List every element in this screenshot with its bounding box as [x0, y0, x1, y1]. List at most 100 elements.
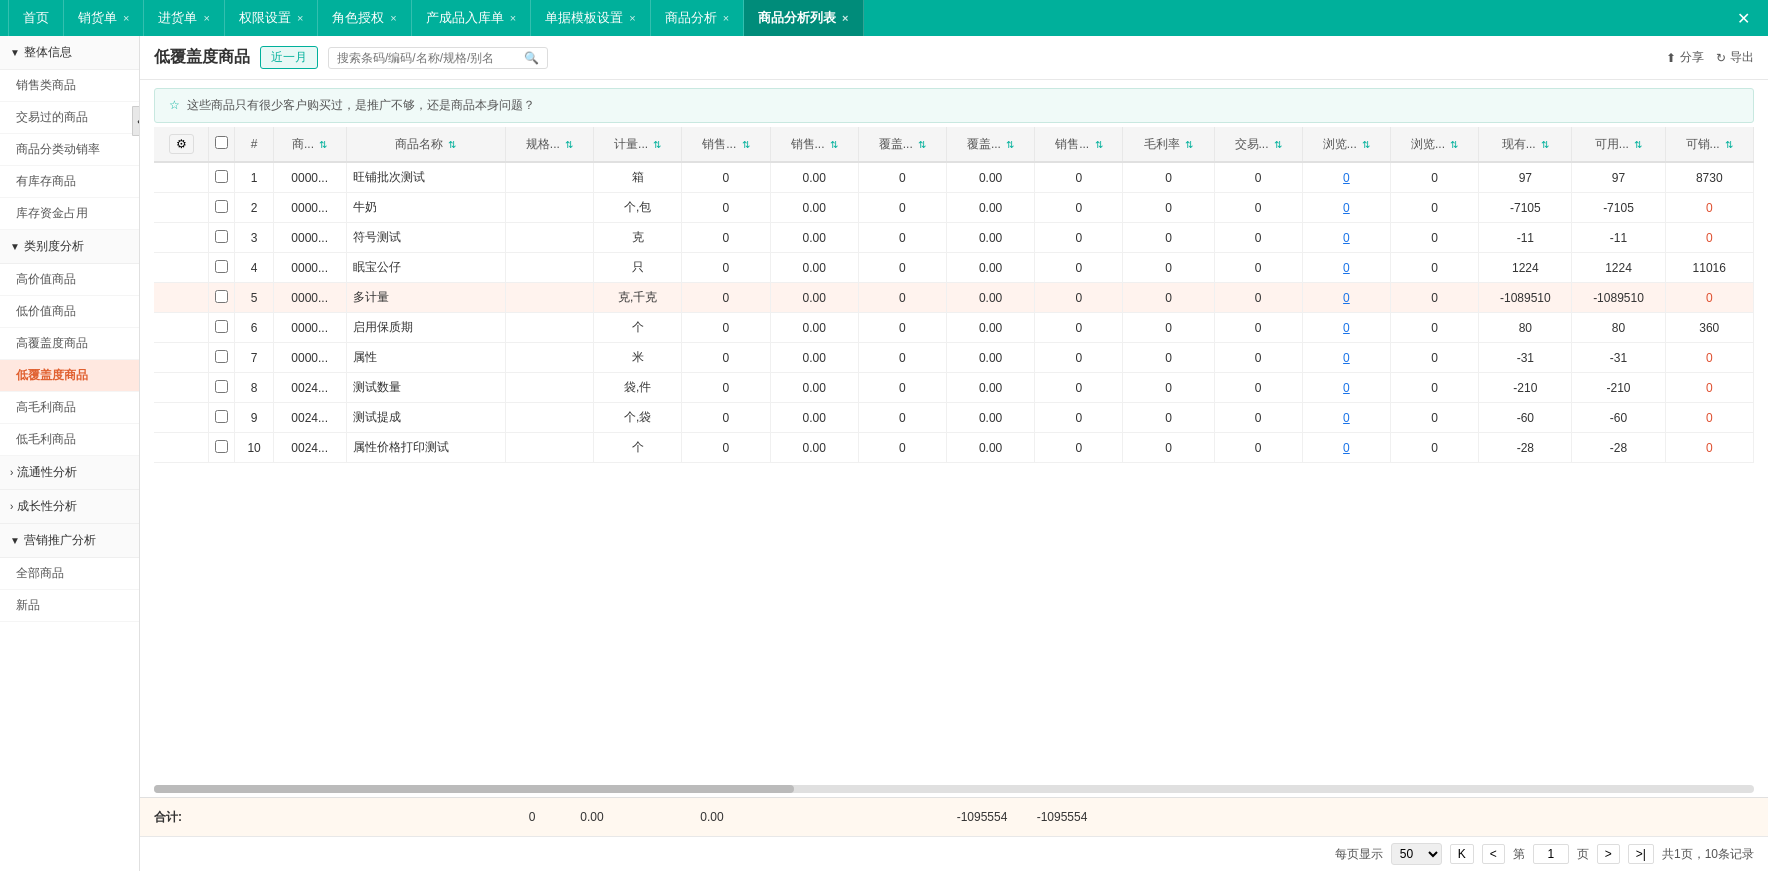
col-sales-amt[interactable]: 销售... ⇅ [770, 127, 858, 162]
col-name[interactable]: 商品名称 ⇅ [346, 127, 505, 162]
window-close-button[interactable]: ✕ [1727, 9, 1760, 28]
sidebar-item-traded-goods[interactable]: 交易过的商品 [0, 102, 139, 134]
row-checkbox[interactable] [215, 350, 228, 363]
horizontal-scrollbar[interactable] [154, 785, 1754, 793]
col-code[interactable]: 商... ⇅ [273, 127, 346, 162]
nav-tab-template[interactable]: 单据模板设置 × [531, 0, 650, 36]
nav-tab-role[interactable]: 角色授权 × [318, 0, 411, 36]
sidebar-item-high-gross[interactable]: 高毛利商品 [0, 392, 139, 424]
cell-checkbox[interactable] [209, 433, 235, 463]
cell-checkbox[interactable] [209, 343, 235, 373]
cell-checkbox[interactable] [209, 403, 235, 433]
close-icon[interactable]: × [390, 12, 396, 24]
col-checkbox-all[interactable] [209, 127, 235, 162]
cell-browse1[interactable]: 0 [1302, 193, 1390, 223]
nav-tab-analysis[interactable]: 商品分析 × [651, 0, 744, 36]
cell-browse1[interactable]: 0 [1302, 223, 1390, 253]
sidebar-item-stock-capital[interactable]: 库存资金占用 [0, 198, 139, 230]
sidebar-section-marketing[interactable]: ▼ 营销推广分析 [0, 524, 139, 558]
nav-tab-analysis-list[interactable]: 商品分析列表 × [744, 0, 863, 36]
sidebar-section-growth[interactable]: › 成长性分析 [0, 490, 139, 524]
col-available[interactable]: 可用... ⇅ [1572, 127, 1665, 162]
row-checkbox[interactable] [215, 230, 228, 243]
column-settings-button[interactable]: ⚙ [169, 134, 194, 154]
cell-checkbox[interactable] [209, 253, 235, 283]
row-checkbox[interactable] [215, 380, 228, 393]
cell-browse1[interactable]: 0 [1302, 283, 1390, 313]
nav-tab-home[interactable]: 首页 [8, 0, 64, 36]
col-current[interactable]: 现有... ⇅ [1479, 127, 1572, 162]
col-gross-rate[interactable]: 毛利率 ⇅ [1123, 127, 1214, 162]
cell-browse1[interactable]: 0 [1302, 162, 1390, 193]
sidebar-item-high-value[interactable]: 高价值商品 [0, 264, 139, 296]
select-all-checkbox[interactable] [215, 136, 228, 149]
next-page-button[interactable]: > [1597, 844, 1620, 864]
row-checkbox[interactable] [215, 440, 228, 453]
sidebar-item-category-rate[interactable]: 商品分类动销率 [0, 134, 139, 166]
row-checkbox[interactable] [215, 320, 228, 333]
cell-checkbox[interactable] [209, 162, 235, 193]
last-page-button[interactable]: >| [1628, 844, 1654, 864]
scrollbar-thumb[interactable] [154, 785, 794, 793]
cell-browse1[interactable]: 0 [1302, 373, 1390, 403]
cell-browse1[interactable]: 0 [1302, 313, 1390, 343]
close-icon[interactable]: × [629, 12, 635, 24]
current-page-input[interactable] [1533, 844, 1569, 864]
sidebar-item-low-coverage[interactable]: 低覆盖度商品 [0, 360, 139, 392]
col-trade[interactable]: 交易... ⇅ [1214, 127, 1302, 162]
col-sales-qty[interactable]: 销售... ⇅ [682, 127, 770, 162]
col-saleable[interactable]: 可销... ⇅ [1665, 127, 1753, 162]
cell-checkbox[interactable] [209, 313, 235, 343]
share-button[interactable]: ⬆ 分享 [1666, 49, 1704, 66]
row-checkbox[interactable] [215, 200, 228, 213]
nav-tab-purchase[interactable]: 进货单 × [144, 0, 224, 36]
prev-page-button[interactable]: < [1482, 844, 1505, 864]
close-icon[interactable]: × [842, 12, 848, 24]
cell-browse1[interactable]: 0 [1302, 253, 1390, 283]
col-browse2[interactable]: 浏览... ⇅ [1391, 127, 1479, 162]
sidebar-item-low-value[interactable]: 低价值商品 [0, 296, 139, 328]
page-size-select[interactable]: 50 100 200 [1391, 843, 1442, 865]
cell-browse1[interactable]: 0 [1302, 433, 1390, 463]
col-sales2[interactable]: 销售... ⇅ [1035, 127, 1123, 162]
sidebar-item-sales-goods[interactable]: 销售类商品 [0, 70, 139, 102]
col-spec[interactable]: 规格... ⇅ [505, 127, 593, 162]
col-browse1[interactable]: 浏览... ⇅ [1302, 127, 1390, 162]
sidebar-item-high-coverage[interactable]: 高覆盖度商品 [0, 328, 139, 360]
col-cover2[interactable]: 覆盖... ⇅ [947, 127, 1035, 162]
row-checkbox[interactable] [215, 410, 228, 423]
row-checkbox[interactable] [215, 290, 228, 303]
date-filter-button[interactable]: 近一月 [260, 46, 318, 69]
search-icon[interactable]: 🔍 [524, 51, 539, 65]
nav-tab-permission[interactable]: 权限设置 × [225, 0, 318, 36]
sidebar-item-all-goods[interactable]: 全部商品 [0, 558, 139, 590]
sidebar-section-overview[interactable]: ▼ 整体信息 [0, 36, 139, 70]
cell-checkbox[interactable] [209, 223, 235, 253]
row-checkbox[interactable] [215, 170, 228, 183]
col-gear[interactable]: ⚙ [154, 127, 209, 162]
nav-tab-sales[interactable]: 销货单 × [64, 0, 144, 36]
cell-checkbox[interactable] [209, 373, 235, 403]
sidebar-item-stock-goods[interactable]: 有库存商品 [0, 166, 139, 198]
sidebar-collapse-button[interactable]: « [132, 106, 140, 136]
cell-browse1[interactable]: 0 [1302, 403, 1390, 433]
close-icon[interactable]: × [123, 12, 129, 24]
cell-checkbox[interactable] [209, 193, 235, 223]
sidebar-section-circulation[interactable]: › 流通性分析 [0, 456, 139, 490]
cell-checkbox[interactable] [209, 283, 235, 313]
search-input[interactable] [337, 51, 524, 65]
nav-tab-product-warehouse[interactable]: 产成品入库单 × [412, 0, 531, 36]
col-cover1[interactable]: 覆盖... ⇅ [858, 127, 946, 162]
close-icon[interactable]: × [297, 12, 303, 24]
close-icon[interactable]: × [203, 12, 209, 24]
cell-browse1[interactable]: 0 [1302, 343, 1390, 373]
close-icon[interactable]: × [723, 12, 729, 24]
row-checkbox[interactable] [215, 260, 228, 273]
export-button[interactable]: ↻ 导出 [1716, 49, 1754, 66]
sidebar-item-new-goods[interactable]: 新品 [0, 590, 139, 622]
first-page-button[interactable]: K [1450, 844, 1474, 864]
col-unit[interactable]: 计量... ⇅ [594, 127, 682, 162]
sidebar-item-low-gross[interactable]: 低毛利商品 [0, 424, 139, 456]
sidebar-section-category[interactable]: ▼ 类别度分析 [0, 230, 139, 264]
close-icon[interactable]: × [510, 12, 516, 24]
